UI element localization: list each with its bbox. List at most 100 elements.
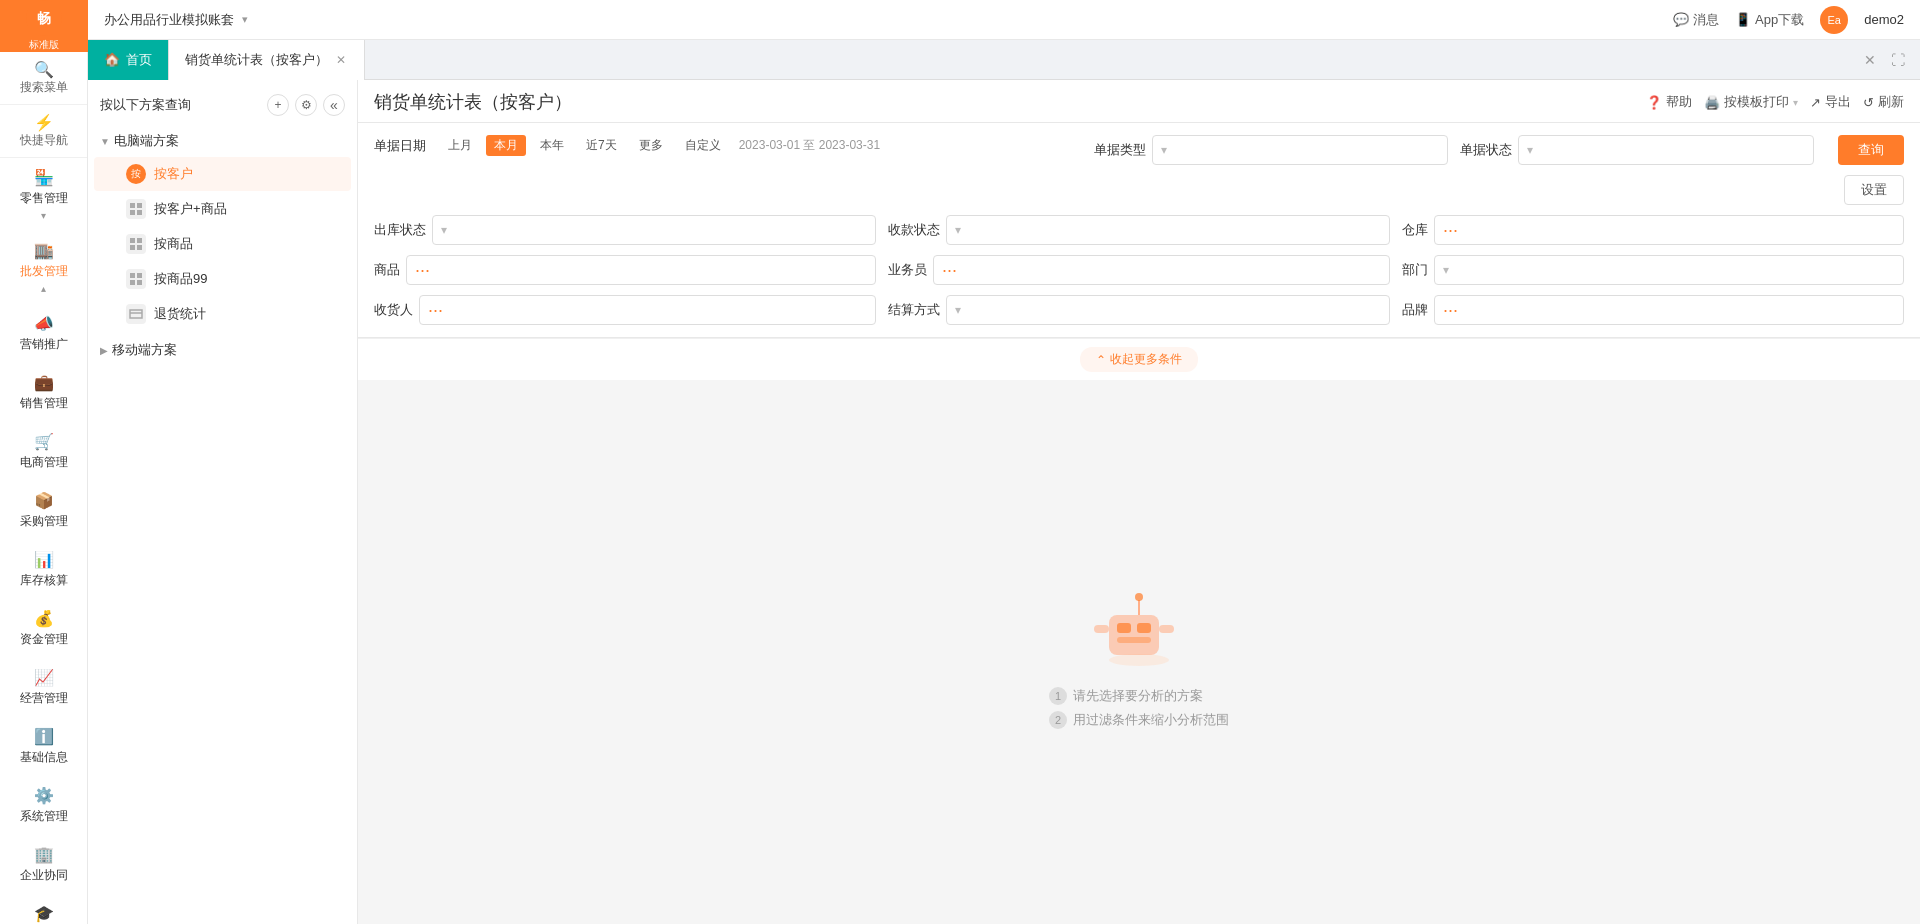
add-scheme-btn[interactable]: + — [267, 94, 289, 116]
pc-scheme-group-header[interactable]: ▼ 电脑端方案 — [88, 126, 357, 156]
filter-area: 单据日期 上月 本月 本年 近7天 更多 自定义 2023-03-01 至 20… — [358, 123, 1920, 338]
settings-btn[interactable]: 设置 — [1844, 175, 1904, 205]
refresh-btn[interactable]: ↺ 刷新 — [1863, 93, 1904, 111]
tabbar: 🏠 首页 销货单统计表（按客户） ✕ ✕ ⛶ — [88, 40, 1920, 80]
settlement-input[interactable]: ▾ — [946, 295, 1390, 325]
goods-input[interactable]: ··· — [406, 255, 876, 285]
sidebar-item-retail[interactable]: 🏪 零售管理 ▾ — [0, 158, 87, 231]
user-avatar[interactable]: Ea — [1820, 6, 1848, 34]
sidebar-item-system[interactable]: ⚙️ 系统管理 — [0, 776, 87, 835]
svg-text:畅: 畅 — [37, 10, 51, 26]
tab-close-icon[interactable]: ✕ — [334, 51, 348, 69]
refund-icon — [126, 304, 146, 324]
sidebar-system-label: 系统管理 — [20, 808, 68, 825]
svg-rect-3 — [137, 203, 142, 208]
retail-arrow: ▾ — [41, 210, 46, 221]
industry-dropdown[interactable]: ▾ — [242, 13, 248, 26]
brand-input[interactable]: ··· — [1434, 295, 1904, 325]
date-btn-7days[interactable]: 近7天 — [578, 135, 625, 156]
help-icon: ❓ — [1646, 95, 1662, 110]
scheme-item-by-goods-99[interactable]: 按商品99 — [94, 262, 351, 296]
doc-status-label: 单据状态 — [1460, 141, 1512, 159]
empty-state: 1 请先选择要分析的方案 2 用过滤条件来缩小分析范围 — [358, 380, 1920, 924]
date-btn-last-month[interactable]: 上月 — [440, 135, 480, 156]
salesperson-label: 业务员 — [888, 261, 927, 279]
by-customer-goods-icon — [126, 199, 146, 219]
sidebar-item-wholesale[interactable]: 🏬 批发管理 ▴ — [0, 231, 87, 304]
collapse-bar[interactable]: ⌃ 收起更多条件 — [358, 338, 1920, 380]
newbie-icon: 🎓 — [34, 904, 54, 923]
sidebar-item-purchase[interactable]: 📦 采购管理 — [0, 481, 87, 540]
app-logo[interactable]: 畅 标准版 — [0, 0, 88, 52]
settings-scheme-btn[interactable]: ⚙ — [295, 94, 317, 116]
sidebar-item-inventory[interactable]: 📊 库存核算 — [0, 540, 87, 599]
collection-status-input[interactable]: ▾ — [946, 215, 1390, 245]
out-status-input[interactable]: ▾ — [432, 215, 876, 245]
by-goods-99-icon — [126, 269, 146, 289]
collapse-bar-btn[interactable]: ⌃ 收起更多条件 — [1080, 347, 1198, 372]
sidebar-item-finance[interactable]: 💰 资金管理 — [0, 599, 87, 658]
date-btn-this-year[interactable]: 本年 — [532, 135, 572, 156]
doc-type-input[interactable]: ▾ — [1152, 135, 1448, 165]
brand-label: 品牌 — [1402, 301, 1428, 319]
sidebar-item-marketing[interactable]: 📣 营销推广 — [0, 304, 87, 363]
refund-label: 退货统计 — [154, 305, 206, 323]
sidebar-item-basic[interactable]: ℹ️ 基础信息 — [0, 717, 87, 776]
sidebar-sales-label: 销售管理 — [20, 395, 68, 412]
left-panel-actions: + ⚙ « — [267, 94, 345, 116]
scheme-item-by-customer-goods[interactable]: 按客户+商品 — [94, 192, 351, 226]
inventory-icon: 📊 — [34, 550, 54, 569]
date-btn-custom[interactable]: 自定义 — [677, 135, 729, 156]
app-download-label: App下载 — [1755, 11, 1804, 29]
sidebar-item-enterprise[interactable]: 🏢 企业协同 — [0, 835, 87, 894]
sidebar-wholesale-label: 批发管理 — [20, 263, 68, 280]
empty-illustration — [1079, 575, 1199, 675]
scheme-item-by-goods[interactable]: 按商品 — [94, 227, 351, 261]
export-btn[interactable]: ↗ 导出 — [1810, 93, 1851, 111]
search-menu[interactable]: 🔍 搜索菜单 — [0, 52, 87, 105]
sidebar-operations-label: 经营管理 — [20, 690, 68, 707]
sidebar-item-operations[interactable]: 📈 经营管理 — [0, 658, 87, 717]
out-status-label: 出库状态 — [374, 221, 426, 239]
doc-status-input[interactable]: ▾ — [1518, 135, 1814, 165]
app-download-btn[interactable]: 📱 App下载 — [1735, 11, 1804, 29]
sidebar-item-ecommerce[interactable]: 🛒 电商管理 — [0, 422, 87, 481]
scheme-item-by-customer[interactable]: 按 按客户 — [94, 157, 351, 191]
tab-home[interactable]: 🏠 首页 — [88, 40, 169, 80]
warehouse-input[interactable]: ··· — [1434, 215, 1904, 245]
query-btn[interactable]: 查询 — [1838, 135, 1904, 165]
goods-label: 商品 — [374, 261, 400, 279]
tab-home-label: 首页 — [126, 51, 152, 69]
marketing-icon: 📣 — [34, 314, 54, 333]
scheme-item-refund[interactable]: 退货统计 — [94, 297, 351, 331]
tab-sales-stat[interactable]: 销货单统计表（按客户） ✕ — [169, 40, 365, 80]
quick-nav[interactable]: ⚡ 快捷导航 — [0, 105, 87, 158]
department-input[interactable]: ▾ — [1434, 255, 1904, 285]
export-label: 导出 — [1825, 93, 1851, 111]
sidebar-ecommerce-label: 电商管理 — [20, 454, 68, 471]
help-btn[interactable]: ❓ 帮助 — [1646, 93, 1692, 111]
date-btn-this-month[interactable]: 本月 — [486, 135, 526, 156]
wholesale-arrow: ▴ — [41, 283, 46, 294]
date-btn-more[interactable]: 更多 — [631, 135, 671, 156]
print-btn[interactable]: 🖨️ 按模板打印 ▾ — [1704, 93, 1798, 111]
sidebar-item-newbie[interactable]: 🎓 新手引导 — [0, 894, 87, 924]
svg-rect-6 — [130, 238, 135, 243]
receiver-input[interactable]: ··· — [419, 295, 876, 325]
mobile-group-header[interactable]: ▶ 移动端方案 — [88, 335, 357, 365]
collapse-panel-btn[interactable]: « — [323, 94, 345, 116]
svg-point-16 — [1109, 654, 1169, 666]
sidebar-item-sales[interactable]: 💼 销售管理 — [0, 363, 87, 422]
export-icon: ↗ — [1810, 95, 1821, 110]
by-customer-icon: 按 — [126, 164, 146, 184]
by-goods-label: 按商品 — [154, 235, 193, 253]
home-icon: 🏠 — [104, 52, 120, 67]
window-maximize-btn[interactable]: ⛶ — [1888, 50, 1908, 70]
page-header: 销货单统计表（按客户） ❓ 帮助 🖨️ 按模板打印 ▾ ↗ 导出 — [358, 80, 1920, 123]
salesperson-input[interactable]: ··· — [933, 255, 1390, 285]
date-label: 单据日期 — [374, 137, 426, 155]
receiver-label: 收货人 — [374, 301, 413, 319]
window-close-btn[interactable]: ✕ — [1860, 50, 1880, 70]
enterprise-icon: 🏢 — [34, 845, 54, 864]
message-btn[interactable]: 💬 消息 — [1673, 11, 1719, 29]
